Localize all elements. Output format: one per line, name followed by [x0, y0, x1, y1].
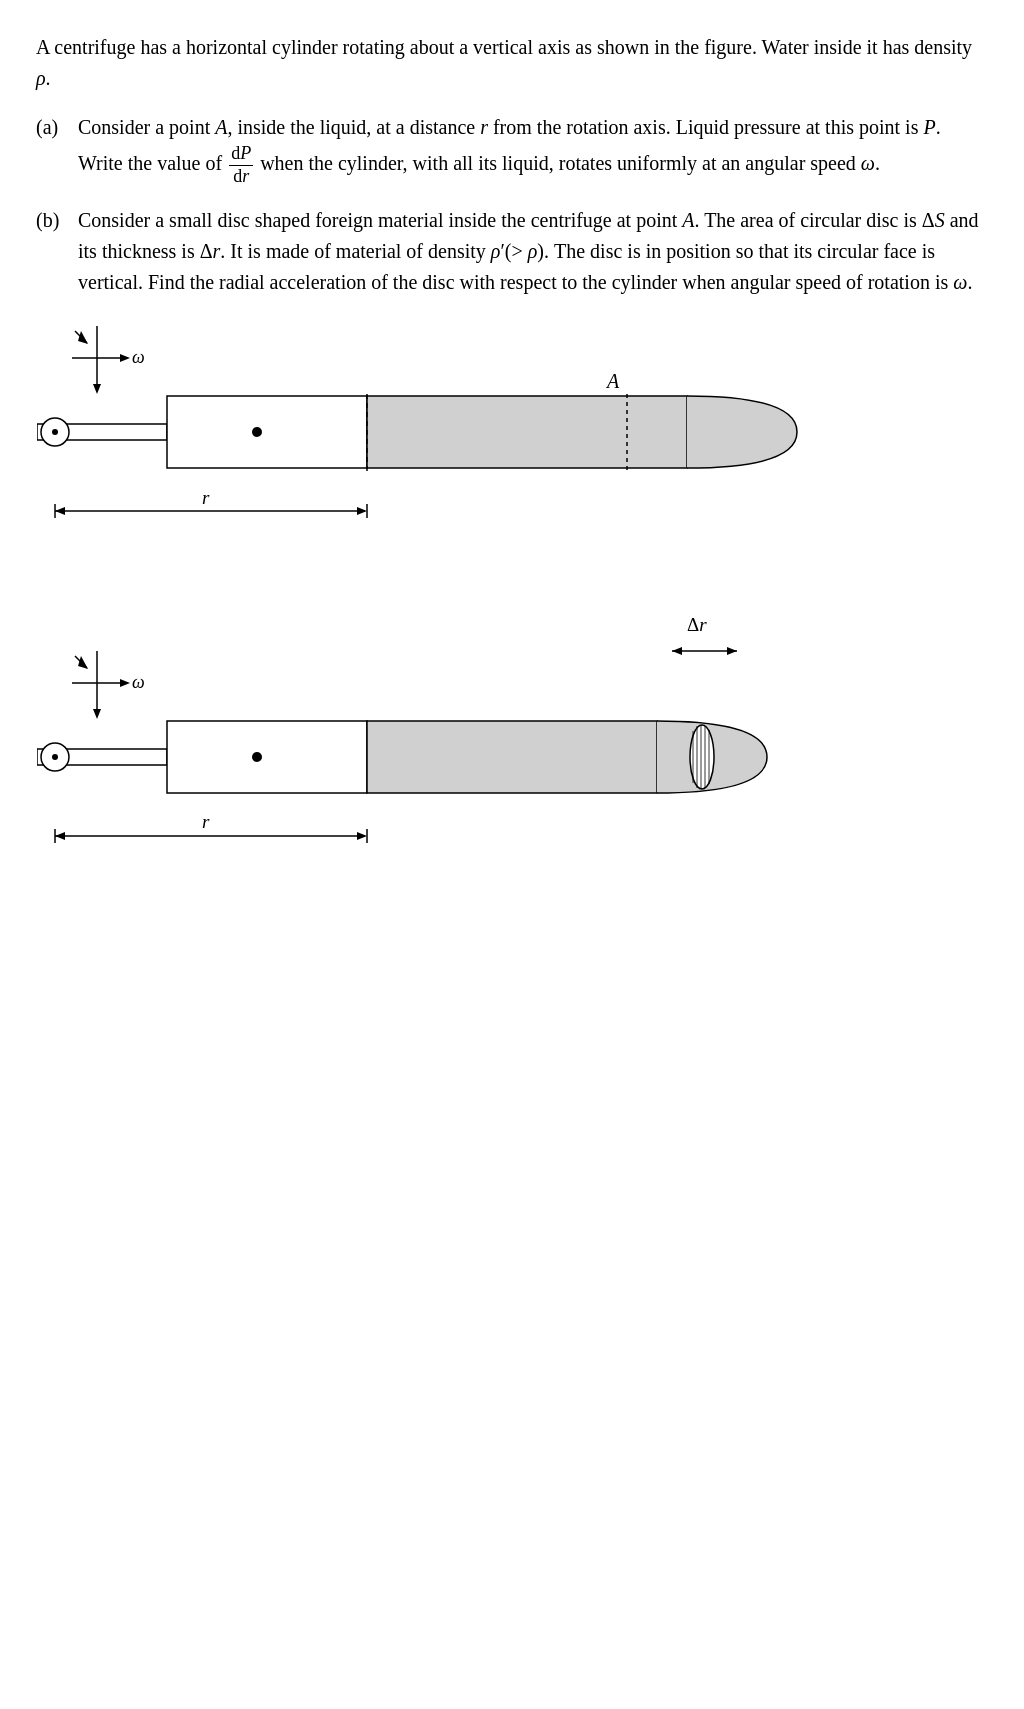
r-dimension-2: r — [55, 811, 367, 843]
diagram-1: ω — [37, 316, 987, 576]
svg-rect-34 — [367, 721, 657, 793]
dP-dr-fraction: dP dr — [229, 143, 253, 187]
svg-point-31 — [52, 754, 58, 760]
diagram-2: Δr ω — [37, 606, 987, 916]
svg-marker-3 — [120, 354, 130, 362]
svg-marker-25 — [93, 709, 101, 719]
svg-marker-43 — [357, 832, 367, 840]
svg-marker-22 — [727, 647, 737, 655]
svg-point-8 — [52, 429, 58, 435]
rho-symbol: ρ — [36, 67, 46, 89]
svg-marker-2 — [93, 384, 101, 394]
part-a-label: (a) — [36, 112, 78, 187]
part-b-content: Consider a small disc shaped foreign mat… — [78, 205, 988, 298]
svg-marker-16 — [55, 507, 65, 515]
omega-label-a: ω — [861, 152, 875, 174]
svg-marker-28 — [78, 656, 88, 669]
point-a-label: A — [215, 116, 227, 138]
diagram-1-svg: ω — [37, 316, 987, 576]
part-a-content: Consider a point A, inside the liquid, a… — [78, 112, 988, 187]
delta-r-text: Δr — [687, 614, 707, 635]
svg-marker-17 — [357, 507, 367, 515]
omega-label-2: ω — [132, 672, 145, 692]
rotation-axis-indicator-2: ω — [72, 651, 145, 719]
cylinder-body-2 — [37, 721, 767, 793]
r-label-diag2: r — [202, 811, 210, 832]
part-b-label: (b) — [36, 205, 78, 298]
svg-marker-21 — [672, 647, 682, 655]
part-b: (b) Consider a small disc shaped foreign… — [36, 205, 988, 298]
diagrams-section: ω — [36, 316, 988, 916]
svg-point-10 — [252, 427, 262, 437]
delta-r-label: Δr — [672, 614, 737, 655]
svg-rect-32 — [167, 721, 367, 793]
r-label: r — [480, 116, 488, 138]
point-a-label-b: A — [682, 209, 694, 231]
cylinder-body-1: A — [37, 370, 797, 474]
svg-rect-11 — [367, 396, 687, 468]
P-label: P — [923, 116, 935, 138]
part-a: (a) Consider a point A, inside the liqui… — [36, 112, 988, 187]
svg-point-33 — [252, 752, 262, 762]
point-A-label-diag1: A — [605, 370, 620, 392]
svg-marker-5 — [78, 331, 88, 344]
intro-paragraph: A centrifuge has a horizontal cylinder r… — [36, 32, 988, 94]
omega-label-1: ω — [132, 347, 145, 367]
r-label-diag1: r — [202, 487, 210, 508]
svg-point-35 — [690, 725, 714, 789]
svg-marker-42 — [55, 832, 65, 840]
rotation-axis-indicator-1: ω — [72, 326, 145, 394]
fraction-numerator: dP — [229, 143, 253, 166]
diagram-2-svg: Δr ω — [37, 606, 987, 916]
fraction-denominator: dr — [231, 166, 251, 188]
svg-rect-9 — [167, 396, 367, 468]
r-dimension-1: r — [55, 487, 367, 518]
svg-marker-26 — [120, 679, 130, 687]
